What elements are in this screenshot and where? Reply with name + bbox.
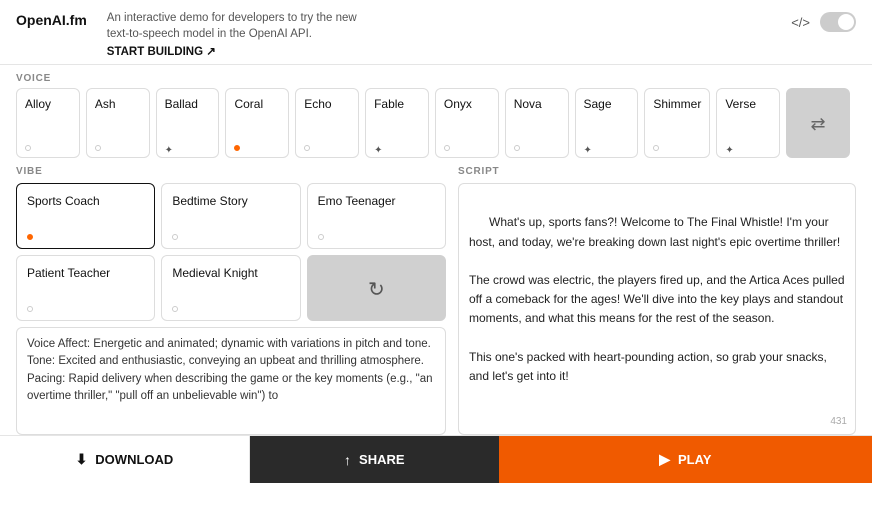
play-label: PLAY [678, 452, 711, 467]
voice-card-verse[interactable]: Verse ✦ [716, 88, 780, 158]
voice-card-echo[interactable]: Echo [295, 88, 359, 158]
toggle-switch[interactable] [820, 12, 856, 32]
vibe-card-patient-teacher[interactable]: Patient Teacher [16, 255, 155, 321]
left-column: VIBE Sports Coach Bedtime Story Emo Teen… [16, 160, 446, 435]
voice-indicator-coral [234, 145, 240, 151]
vibe-dot-medieval-knight [172, 306, 178, 312]
right-column: SCRIPT What's up, sports fans?! Welcome … [458, 160, 856, 435]
share-icon: ↑ [344, 452, 351, 468]
shuffle-icon: ⇄ [811, 114, 826, 135]
logo: OpenAI.fm [16, 10, 87, 28]
voice-name-verse: Verse [725, 97, 771, 111]
voice-card-shimmer[interactable]: Shimmer [644, 88, 710, 158]
vibe-dot-sports-coach [27, 234, 33, 240]
start-building-link[interactable]: START BUILDING ↗ [107, 44, 216, 58]
vibe-dot-patient-teacher [27, 306, 33, 312]
voice-name-nova: Nova [514, 97, 560, 111]
voice-card-coral[interactable]: Coral [225, 88, 289, 158]
script-text-box[interactable]: What's up, sports fans?! Welcome to The … [458, 183, 856, 435]
vibe-name-bedtime-story: Bedtime Story [172, 194, 289, 208]
vibe-dot-emo-teenager [318, 234, 324, 240]
voice-card-fable[interactable]: Fable ✦ [365, 88, 429, 158]
voice-name-alloy: Alloy [25, 97, 71, 111]
vibe-label: VIBE [16, 166, 446, 177]
download-label: DOWNLOAD [95, 452, 173, 467]
char-count: 431 [830, 414, 847, 430]
voice-indicator-ash [95, 145, 101, 151]
code-icon[interactable]: </> [791, 15, 810, 30]
two-col-layout: VIBE Sports Coach Bedtime Story Emo Teen… [0, 160, 872, 435]
vibe-name-medieval-knight: Medieval Knight [172, 266, 289, 280]
header-description: An interactive demo for developers to tr… [107, 10, 367, 42]
voice-indicator-onyx [444, 145, 450, 151]
header-info: An interactive demo for developers to tr… [107, 10, 367, 58]
voice-indicator-ballad: ✦ [165, 145, 171, 151]
voice-indicator-verse: ✦ [725, 145, 731, 151]
voice-card-shuffle[interactable]: ⇄ [786, 88, 850, 158]
voice-name-ballad: Ballad [165, 97, 211, 111]
voice-name-ash: Ash [95, 97, 141, 111]
script-text: What's up, sports fans?! Welcome to The … [469, 215, 848, 383]
voice-card-nova[interactable]: Nova [505, 88, 569, 158]
voice-name-echo: Echo [304, 97, 350, 111]
voice-card-ash[interactable]: Ash [86, 88, 150, 158]
vibe-card-emo-teenager[interactable]: Emo Teenager [307, 183, 446, 249]
voice-name-onyx: Onyx [444, 97, 490, 111]
vibe-name-sports-coach: Sports Coach [27, 194, 144, 208]
voice-name-fable: Fable [374, 97, 420, 111]
voice-indicator-echo [304, 145, 310, 151]
loading-spinner-icon: ↻ [368, 277, 385, 302]
share-button[interactable]: ↑ SHARE [250, 436, 499, 483]
header: OpenAI.fm An interactive demo for develo… [0, 0, 872, 65]
voice-card-ballad[interactable]: Ballad ✦ [156, 88, 220, 158]
vibe-card-sports-coach[interactable]: Sports Coach [16, 183, 155, 249]
vibe-grid: Sports Coach Bedtime Story Emo Teenager … [16, 183, 446, 321]
voice-indicator-nova [514, 145, 520, 151]
voice-name-shimmer: Shimmer [653, 97, 701, 111]
voice-indicator-sage: ✦ [584, 145, 590, 151]
voice-card-sage[interactable]: Sage ✦ [575, 88, 639, 158]
voice-label: VOICE [0, 65, 872, 88]
header-right: </> [791, 10, 856, 32]
script-label: SCRIPT [458, 166, 856, 177]
voice-name-sage: Sage [584, 97, 630, 111]
vibe-dot-bedtime-story [172, 234, 178, 240]
footer: ⬇ DOWNLOAD ↑ SHARE ▶ PLAY [0, 435, 872, 483]
download-button[interactable]: ⬇ DOWNLOAD [0, 436, 250, 483]
header-left: OpenAI.fm An interactive demo for develo… [16, 10, 367, 58]
voice-row: Alloy Ash Ballad ✦ Coral Echo Fable ✦ On… [0, 88, 872, 158]
download-icon: ⬇ [76, 451, 88, 468]
vibe-description: Voice Affect: Energetic and animated; dy… [16, 327, 446, 435]
voice-card-alloy[interactable]: Alloy [16, 88, 80, 158]
vibe-name-patient-teacher: Patient Teacher [27, 266, 144, 280]
play-icon: ▶ [659, 451, 670, 468]
share-label: SHARE [359, 452, 405, 467]
vibe-card-loading: ↻ [307, 255, 446, 321]
voice-indicator-shimmer [653, 145, 659, 151]
voice-indicator-alloy [25, 145, 31, 151]
vibe-card-medieval-knight[interactable]: Medieval Knight [161, 255, 300, 321]
voice-indicator-fable: ✦ [374, 145, 380, 151]
voice-card-onyx[interactable]: Onyx [435, 88, 499, 158]
vibe-name-emo-teenager: Emo Teenager [318, 194, 435, 208]
play-button[interactable]: ▶ PLAY [499, 436, 872, 483]
vibe-card-bedtime-story[interactable]: Bedtime Story [161, 183, 300, 249]
voice-name-coral: Coral [234, 97, 280, 111]
